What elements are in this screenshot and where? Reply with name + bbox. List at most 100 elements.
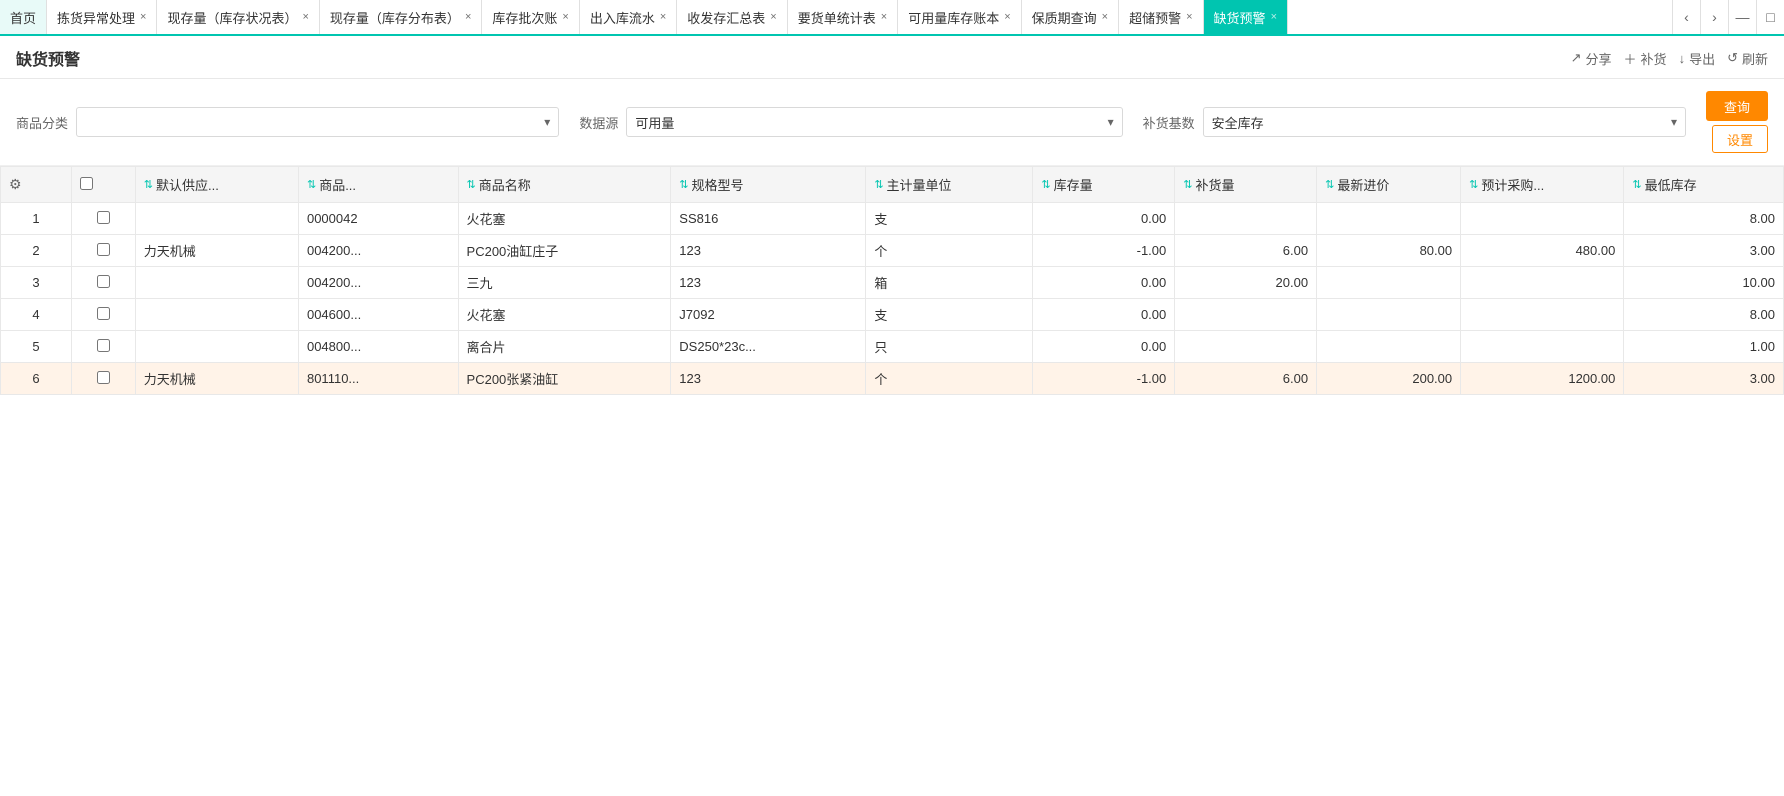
export-button[interactable]: ↓ 导出 [1679,49,1716,68]
row-supplier-2 [135,267,298,299]
tab-prev-button[interactable]: ‹ [1672,0,1700,35]
tab-home[interactable]: 首页 [0,0,47,35]
tab-close-receive[interactable]: × [770,11,776,23]
row-name-4: 离合片 [458,331,671,363]
tab-overstock[interactable]: 超储预警 × [1119,0,1203,35]
th-supplier: ⇅ 默认供应... [135,167,298,203]
tab-close-shortage[interactable]: × [1271,11,1277,23]
th-gear: ⚙ [1,167,72,203]
row-code-4: 004800... [298,331,458,363]
supplier-sort-icon[interactable]: ⇅ [144,178,153,191]
refresh-button[interactable]: ↺ 刷新 [1727,49,1768,68]
tab-stock-dist[interactable]: 现存量（库存分布表） × [320,0,482,35]
tab-available[interactable]: 可用量库存账本 × [898,0,1021,35]
row-replenish-5: 6.00 [1175,363,1317,395]
tab-close-overstock[interactable]: × [1186,11,1192,23]
row-estimate-1: 480.00 [1461,235,1624,267]
tab-next-button[interactable]: › [1700,0,1728,35]
replenish-icon: ＋ [1624,49,1637,68]
export-icon: ↓ [1679,51,1686,66]
window-minimize-button[interactable]: — [1728,0,1756,35]
replenish-base-filter: 补货基数 安全库存 ▾ [1143,107,1686,137]
row-supplier-5: 力天机械 [135,363,298,395]
th-spec: ⇅ 规格型号 [671,167,866,203]
category-select[interactable]: ▾ [76,107,559,137]
row-name-2: 三九 [458,267,671,299]
row-spec-4: DS250*23c... [671,331,866,363]
tab-close-stock-status[interactable]: × [302,11,308,23]
tab-close-expiry[interactable]: × [1102,11,1108,23]
estimate-sort-icon[interactable]: ⇅ [1469,178,1478,191]
tab-close-inout[interactable]: × [660,11,666,23]
share-button[interactable]: ↗ 分享 [1571,49,1612,68]
name-sort-icon[interactable]: ⇅ [467,178,476,191]
row-minstock-1: 3.00 [1624,235,1784,267]
row-spec-0: SS816 [671,203,866,235]
spec-sort-icon[interactable]: ⇅ [679,178,688,191]
window-maximize-button[interactable]: □ [1756,0,1784,35]
refresh-icon: ↺ [1727,50,1738,66]
row-checkbox-1[interactable] [97,243,110,256]
table-row: 6 力天机械 801110... PC200张紧油缸 123 个 -1.00 6… [1,363,1784,395]
row-price-3 [1317,299,1461,331]
row-minstock-2: 10.00 [1624,267,1784,299]
row-checkbox-3[interactable] [97,307,110,320]
row-price-0 [1317,203,1461,235]
replenish-sort-icon[interactable]: ⇅ [1183,178,1192,191]
tab-stock-status[interactable]: 现存量（库存状况表） × [157,0,319,35]
category-filter: 商品分类 ▾ [16,107,559,137]
row-spec-2: 123 [671,267,866,299]
page-header: 缺货预警 ↗ 分享 ＋ 补货 ↓ 导出 ↺ 刷新 [0,36,1784,79]
row-unit-4: 只 [866,331,1033,363]
row-checkbox-0[interactable] [97,211,110,224]
row-price-1: 80.00 [1317,235,1461,267]
row-checkbox-5[interactable] [97,371,110,384]
price-sort-icon[interactable]: ⇅ [1325,178,1334,191]
replenish-button[interactable]: ＋ 补货 [1624,49,1667,68]
row-check-1 [71,235,135,267]
th-code: ⇅ 商品... [298,167,458,203]
row-num-2: 3 [1,267,72,299]
tab-close-abnormal[interactable]: × [140,11,146,23]
datasource-select[interactable]: 可用量 ▾ [626,107,1122,137]
th-unit: ⇅ 主计量单位 [866,167,1033,203]
filter-actions: 查询 设置 [1706,91,1768,153]
row-code-5: 801110... [298,363,458,395]
row-replenish-0 [1175,203,1317,235]
row-replenish-4 [1175,331,1317,363]
tab-inout[interactable]: 出入库流水 × [580,0,677,35]
tab-expiry[interactable]: 保质期查询 × [1022,0,1119,35]
row-spec-5: 123 [671,363,866,395]
table-row: 5 004800... 离合片 DS250*23c... 只 0.00 1.00 [1,331,1784,363]
row-replenish-3 [1175,299,1317,331]
replenish-base-select[interactable]: 安全库存 ▾ [1203,107,1686,137]
tab-demand[interactable]: 要货单统计表 × [788,0,898,35]
row-checkbox-2[interactable] [97,275,110,288]
query-button[interactable]: 查询 [1706,91,1768,121]
row-code-2: 004200... [298,267,458,299]
row-name-3: 火花塞 [458,299,671,331]
code-sort-icon[interactable]: ⇅ [307,178,316,191]
settings-button[interactable]: 设置 [1712,125,1768,153]
page-container: 缺货预警 ↗ 分享 ＋ 补货 ↓ 导出 ↺ 刷新 商品分类 [0,36,1784,796]
row-supplier-1: 力天机械 [135,235,298,267]
header-actions: ↗ 分享 ＋ 补货 ↓ 导出 ↺ 刷新 [1571,49,1768,68]
minstock-sort-icon[interactable]: ⇅ [1632,178,1641,191]
tab-close-available[interactable]: × [1004,11,1010,23]
table-settings-icon[interactable]: ⚙ [9,176,22,192]
unit-sort-icon[interactable]: ⇅ [874,178,883,191]
stock-sort-icon[interactable]: ⇅ [1041,178,1050,191]
tab-abnormal[interactable]: 拣货异常处理 × [47,0,157,35]
tab-receive[interactable]: 收发存汇总表 × [677,0,787,35]
select-all-checkbox[interactable] [80,177,93,190]
tab-shortage[interactable]: 缺货预警 × [1204,0,1288,35]
row-checkbox-4[interactable] [97,339,110,352]
row-num-0: 1 [1,203,72,235]
tab-batch[interactable]: 库存批次账 × [482,0,579,35]
tab-nav-buttons: ‹ › — □ [1672,0,1784,35]
th-replenish: ⇅ 补货量 [1175,167,1317,203]
row-price-5: 200.00 [1317,363,1461,395]
tab-close-demand[interactable]: × [881,11,887,23]
tab-close-batch[interactable]: × [562,11,568,23]
tab-close-stock-dist[interactable]: × [465,11,471,23]
